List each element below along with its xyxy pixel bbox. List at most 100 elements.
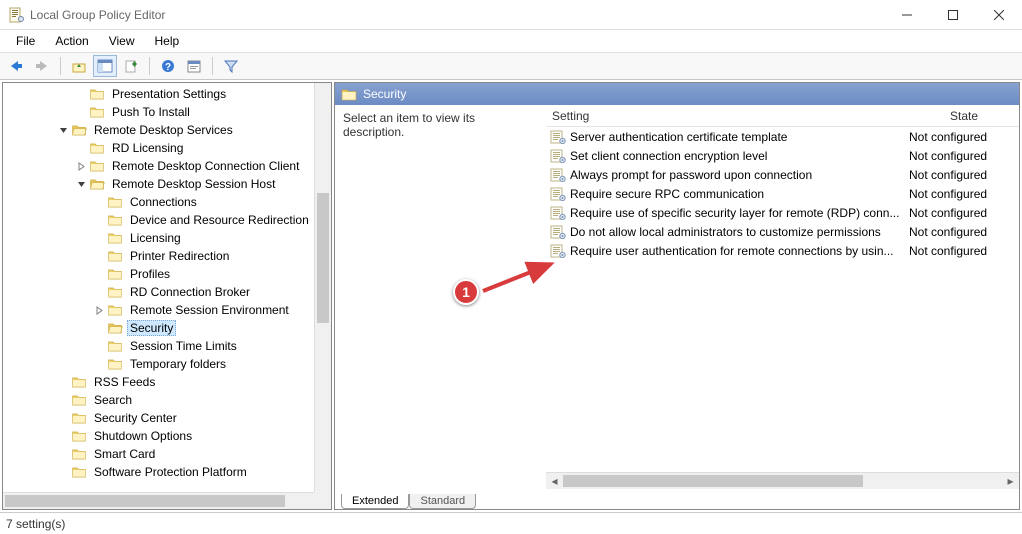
tree-item-label: Temporary folders — [127, 356, 229, 372]
tree-item-label: Remote Session Environment — [127, 302, 292, 318]
tree-item[interactable]: Smart Card — [3, 445, 331, 463]
tree-item[interactable]: Profiles — [3, 265, 331, 283]
menu-help[interactable]: Help — [147, 32, 188, 50]
setting-icon — [550, 225, 566, 239]
expander-icon — [75, 106, 87, 118]
settings-list[interactable]: Server authentication certificate templa… — [546, 127, 1019, 489]
expander-icon — [93, 358, 105, 370]
tree-horizontal-scrollbar[interactable] — [3, 492, 314, 509]
setting-name: Server authentication certificate templa… — [570, 130, 909, 144]
setting-name: Require use of specific security layer f… — [570, 206, 909, 220]
tree[interactable]: Presentation SettingsPush To InstallRemo… — [3, 83, 331, 509]
tree-item-label: Profiles — [127, 266, 173, 282]
close-button[interactable] — [976, 0, 1022, 30]
setting-state: Not configured — [909, 187, 1019, 201]
expander-icon — [93, 250, 105, 262]
tree-item[interactable]: Printer Redirection — [3, 247, 331, 265]
menu-file[interactable]: File — [8, 32, 43, 50]
help-button[interactable]: ? — [156, 55, 180, 77]
tree-item[interactable]: Shutdown Options — [3, 427, 331, 445]
statusbar: 7 setting(s) — [0, 512, 1022, 534]
tree-item-label: Remote Desktop Session Host — [109, 176, 278, 192]
tab-extended[interactable]: Extended — [341, 494, 409, 509]
expander-icon — [57, 466, 69, 478]
tree-item[interactable]: Presentation Settings — [3, 85, 331, 103]
tree-item-label: Connections — [127, 194, 200, 210]
setting-state: Not configured — [909, 168, 1019, 182]
tree-item-label: Smart Card — [91, 446, 158, 462]
filter-button[interactable] — [219, 55, 243, 77]
setting-icon — [550, 168, 566, 182]
setting-state: Not configured — [909, 130, 1019, 144]
tree-item-label: RD Connection Broker — [127, 284, 253, 300]
expander-icon — [93, 340, 105, 352]
setting-row[interactable]: Require secure RPC communicationNot conf… — [546, 184, 1019, 203]
tree-item[interactable]: Remote Desktop Connection Client — [3, 157, 331, 175]
show-hide-tree-button[interactable] — [93, 55, 117, 77]
tree-item[interactable]: Connections — [3, 193, 331, 211]
tree-item[interactable]: Remote Desktop Session Host — [3, 175, 331, 193]
tree-item-label: Search — [91, 392, 135, 408]
tree-item[interactable]: Search — [3, 391, 331, 409]
back-button[interactable] — [4, 55, 28, 77]
expander-icon — [75, 88, 87, 100]
expander-icon[interactable] — [93, 304, 105, 316]
tree-item[interactable]: Security Center — [3, 409, 331, 427]
maximize-button[interactable] — [930, 0, 976, 30]
tree-item-label: Printer Redirection — [127, 248, 232, 264]
menu-view[interactable]: View — [101, 32, 143, 50]
setting-row[interactable]: Require user authentication for remote c… — [546, 241, 1019, 260]
setting-row[interactable]: Do not allow local administrators to cus… — [546, 222, 1019, 241]
details-header: Security — [335, 83, 1019, 105]
forward-button[interactable] — [30, 55, 54, 77]
expander-icon — [57, 376, 69, 388]
tree-item[interactable]: Software Protection Platform — [3, 463, 331, 481]
setting-row[interactable]: Require use of specific security layer f… — [546, 203, 1019, 222]
tree-item[interactable]: RD Connection Broker — [3, 283, 331, 301]
minimize-button[interactable] — [884, 0, 930, 30]
expander-icon — [93, 196, 105, 208]
status-text: 7 setting(s) — [6, 517, 65, 531]
setting-icon — [550, 244, 566, 258]
folder-icon — [341, 88, 357, 101]
tree-item-label: Security — [127, 320, 176, 336]
window-title: Local Group Policy Editor — [30, 8, 884, 22]
setting-row[interactable]: Set client connection encryption levelNo… — [546, 146, 1019, 165]
properties-button[interactable] — [182, 55, 206, 77]
expander-icon — [57, 448, 69, 460]
setting-row[interactable]: Always prompt for password upon connecti… — [546, 165, 1019, 184]
export-button[interactable] — [119, 55, 143, 77]
expander-icon[interactable] — [75, 178, 87, 190]
setting-name: Require secure RPC communication — [570, 187, 909, 201]
tree-item[interactable]: Security — [3, 319, 331, 337]
tab-standard[interactable]: Standard — [409, 494, 476, 509]
setting-row[interactable]: Server authentication certificate templa… — [546, 127, 1019, 146]
expander-icon[interactable] — [57, 124, 69, 136]
tree-item[interactable]: Remote Desktop Services — [3, 121, 331, 139]
annotation-arrow — [479, 258, 559, 298]
tree-item[interactable]: Temporary folders — [3, 355, 331, 373]
tree-item[interactable]: Session Time Limits — [3, 337, 331, 355]
expander-icon — [93, 232, 105, 244]
tree-vertical-scrollbar[interactable] — [314, 83, 331, 492]
setting-state: Not configured — [909, 225, 1019, 239]
up-button[interactable] — [67, 55, 91, 77]
setting-name: Always prompt for password upon connecti… — [570, 168, 909, 182]
menubar: File Action View Help — [0, 30, 1022, 52]
menu-action[interactable]: Action — [47, 32, 96, 50]
tree-item[interactable]: Licensing — [3, 229, 331, 247]
expander-icon[interactable] — [75, 160, 87, 172]
titlebar: Local Group Policy Editor — [0, 0, 1022, 30]
column-state[interactable]: State — [909, 107, 1019, 125]
column-setting[interactable]: Setting — [546, 107, 909, 125]
details-pane: Security Select an item to view its desc… — [334, 82, 1020, 510]
list-horizontal-scrollbar[interactable]: ◂ ▸ — [546, 472, 1019, 489]
tree-item[interactable]: RD Licensing — [3, 139, 331, 157]
svg-text:?: ? — [165, 62, 171, 73]
tree-item[interactable]: RSS Feeds — [3, 373, 331, 391]
tree-item[interactable]: Device and Resource Redirection — [3, 211, 331, 229]
tree-item[interactable]: Remote Session Environment — [3, 301, 331, 319]
tree-item[interactable]: Push To Install — [3, 103, 331, 121]
setting-state: Not configured — [909, 149, 1019, 163]
setting-icon — [550, 187, 566, 201]
